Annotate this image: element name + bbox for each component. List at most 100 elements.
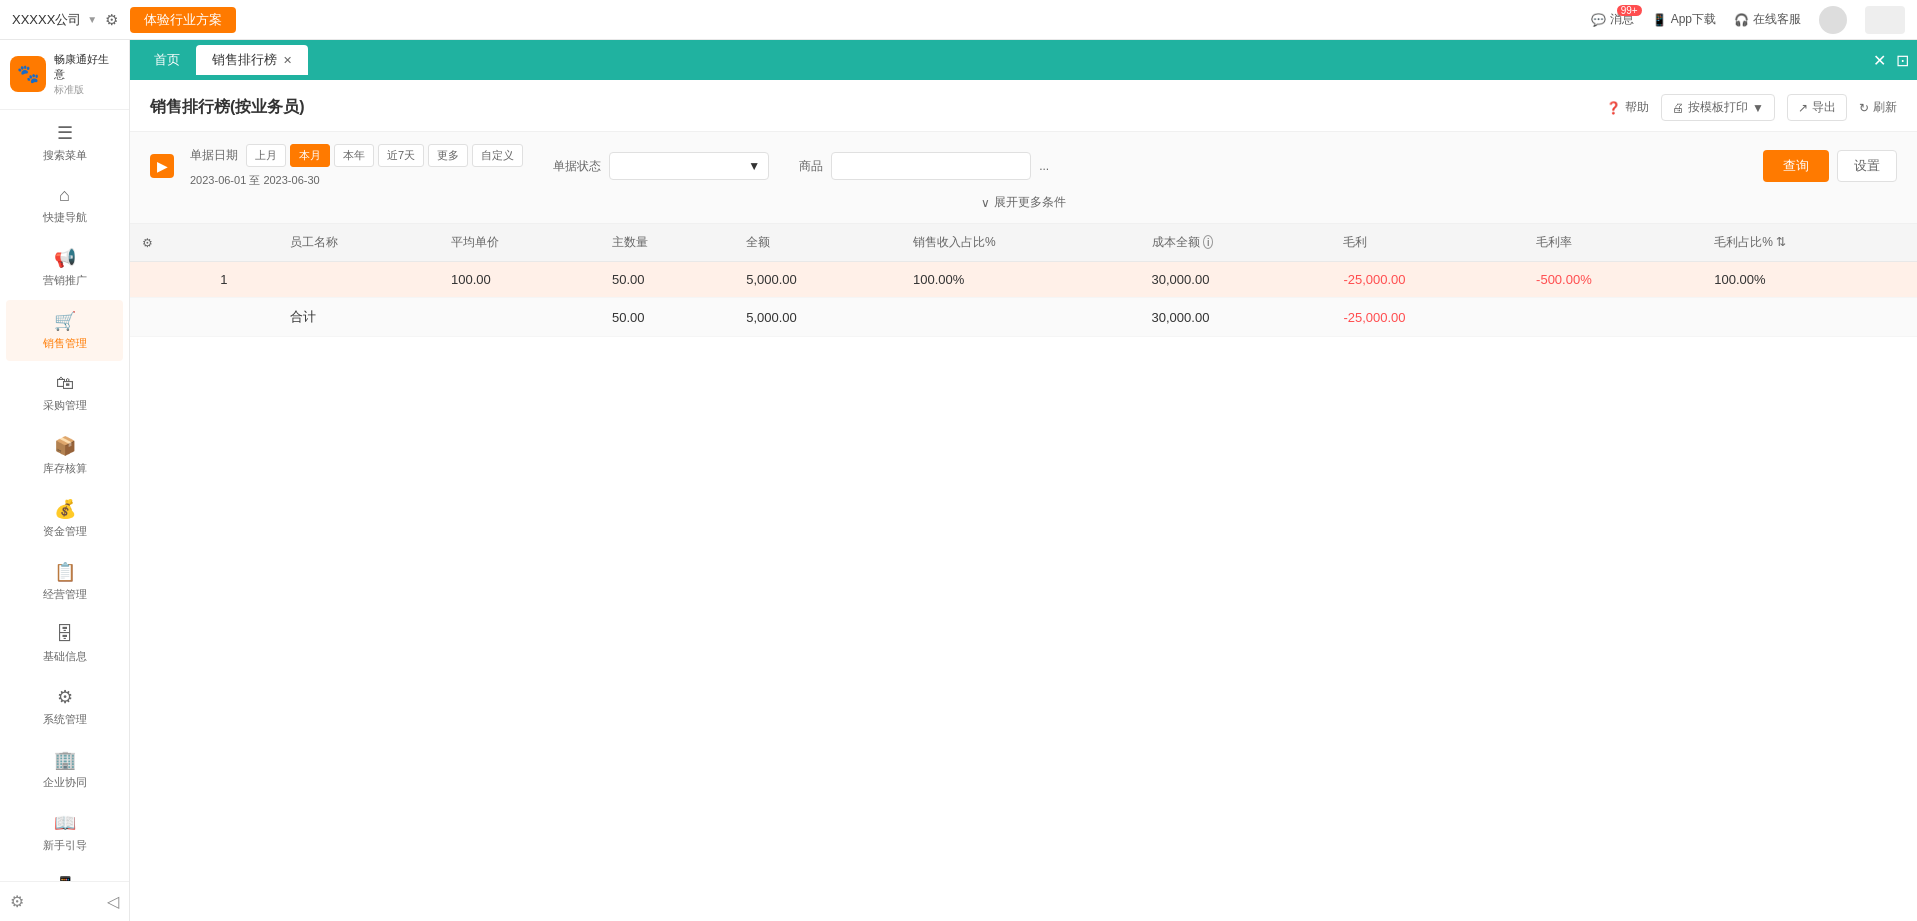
sidebar-icon-marketing: 📢	[54, 247, 76, 269]
online-service-item[interactable]: 🎧 在线客服	[1734, 11, 1801, 28]
data-table: ⚙ 员工名称 平均单价 主数量 全额 销售收入占比% 成本全额 i 毛利 毛利率…	[130, 224, 1917, 337]
filter-product-item: 商品 ...	[799, 152, 1049, 180]
sidebar-icon-purchase: 🛍	[56, 373, 74, 394]
col-avg-price: 平均单价	[439, 224, 600, 262]
sidebar-item-marketing[interactable]: 📢营销推广	[6, 237, 123, 298]
sidebar-logo: 🐾 畅康通好生意 标准版	[0, 40, 129, 110]
sidebar-item-finance[interactable]: 💰 资金管理	[6, 488, 123, 549]
product-more-btn[interactable]: ...	[1039, 159, 1049, 173]
tab-sales-rank-label: 销售排行榜	[212, 51, 277, 69]
sidebar-icon-quick-nav: ⌂	[59, 185, 70, 206]
page-header: 销售排行榜(按业务员) ❓ 帮助 🖨 按模板打印 ▼ ↗ 导出	[130, 80, 1917, 132]
cell-qty: 50.00	[600, 262, 734, 298]
refresh-icon: ↻	[1859, 101, 1869, 115]
top-bar: XXXXX公司 ▼ ⚙ 体验行业方案 💬 消息 99+ 📱 App下载 🎧 在线…	[0, 0, 1917, 40]
user-name-placeholder	[1865, 6, 1905, 34]
col-qty: 主数量	[600, 224, 734, 262]
company-chevron-icon: ▼	[87, 14, 97, 25]
help-button[interactable]: ❓ 帮助	[1606, 99, 1649, 116]
product-label: 商品	[799, 158, 823, 175]
filter-row: ▶ 单据日期 上月 本月 本年 近7天 更多	[150, 144, 1897, 188]
footer-qty: 50.00	[600, 298, 734, 337]
expand-more-btn[interactable]: ∨ 展开更多条件	[150, 194, 1897, 211]
sidebar-label-search-order: 搜索菜单	[43, 148, 87, 163]
date-this-year[interactable]: 本年	[334, 144, 374, 167]
export-button[interactable]: ↗ 导出	[1787, 94, 1847, 121]
expand-label: 展开更多条件	[994, 194, 1066, 211]
sidebar-icon-finance: 💰	[54, 498, 76, 520]
sidebar-item-basic-info[interactable]: 🗄 基础信息	[6, 614, 123, 674]
sidebar-settings-icon[interactable]: ⚙	[10, 892, 24, 911]
cost-info-icon[interactable]: i	[1203, 235, 1213, 249]
date-more[interactable]: 更多	[428, 144, 468, 167]
date-last-7days[interactable]: 近7天	[378, 144, 424, 167]
sidebar-item-newbie[interactable]: 📖 新手引导	[6, 802, 123, 863]
sidebar-label-basic-info: 基础信息	[43, 649, 87, 664]
template-print-button[interactable]: 🖨 按模板打印 ▼	[1661, 94, 1775, 121]
product-input[interactable]	[831, 152, 1031, 180]
footer-gross: -25,000.00	[1331, 298, 1524, 337]
filter-toggle-arrow[interactable]: ▶	[150, 154, 174, 178]
app-download-item[interactable]: 📱 App下载	[1652, 11, 1716, 28]
sidebar-item-app-center[interactable]: 📱应用中心	[6, 865, 123, 881]
window-close-icon[interactable]: ✕	[1873, 51, 1886, 70]
window-restore-icon[interactable]: ⊡	[1896, 51, 1909, 70]
footer-amount: 5,000.00	[734, 298, 901, 337]
trial-button[interactable]: 体验行业方案	[130, 7, 236, 33]
refresh-button[interactable]: ↻ 刷新	[1859, 99, 1897, 116]
date-last-month[interactable]: 上月	[246, 144, 286, 167]
sidebar-item-enterprise[interactable]: 🏢企业协同	[6, 739, 123, 800]
settings-button[interactable]: 设置	[1837, 150, 1897, 182]
col-employee: 员工名称	[278, 224, 439, 262]
sort-icon[interactable]: ⇅	[1776, 235, 1786, 249]
date-this-month[interactable]: 本月	[290, 144, 330, 167]
sidebar-icon-newbie: 📖	[54, 812, 76, 834]
avatar[interactable]	[1819, 6, 1847, 34]
tab-close-icon[interactable]: ✕	[283, 54, 292, 67]
col-gross: 毛利	[1331, 224, 1524, 262]
col-sales-pct: 销售收入占比%	[901, 224, 1140, 262]
sidebar-item-system[interactable]: ⚙系统管理	[6, 676, 123, 737]
table-footer: 合计 50.00 5,000.00 30,000.00 -25,000.00	[130, 298, 1917, 337]
sidebar-icon-enterprise: 🏢	[54, 749, 76, 771]
print-icon: 🖨	[1672, 101, 1684, 115]
filter-product-col: 商品 ...	[799, 152, 1049, 180]
filter-area: ▶ 单据日期 上月 本月 本年 近7天 更多	[130, 132, 1917, 224]
sidebar-icon-search-order: ☰	[57, 122, 73, 144]
status-select[interactable]: ▼	[609, 152, 769, 180]
sidebar-icon-operations: 📋	[54, 561, 76, 583]
col-settings[interactable]: ⚙	[130, 224, 208, 262]
sidebar-item-search-order[interactable]: ☰ 搜索菜单	[6, 112, 123, 173]
company-selector[interactable]: XXXXX公司 ▼	[12, 11, 97, 29]
page-title: 销售排行榜(按业务员)	[150, 97, 305, 118]
sidebar-item-purchase[interactable]: 🛍采购管理	[6, 363, 123, 423]
sidebar-label-sales: 销售管理	[43, 336, 87, 351]
table-row: 1 100.00 50.00 5,000.00 100.00% 30,000.0…	[130, 262, 1917, 298]
sidebar-label-system: 系统管理	[43, 712, 87, 727]
page-content: 销售排行榜(按业务员) ❓ 帮助 🖨 按模板打印 ▼ ↗ 导出	[130, 80, 1917, 921]
cell-sales-pct: 100.00%	[901, 262, 1140, 298]
sidebar-label-finance: 资金管理	[43, 524, 87, 539]
sidebar-icon-basic-info: 🗄	[56, 624, 74, 645]
footer-gross-rate	[1524, 298, 1702, 337]
tab-home[interactable]: 首页	[138, 45, 196, 75]
sidebar-item-sales[interactable]: 🛒销售管理	[6, 300, 123, 361]
app-download-label: App下载	[1671, 11, 1716, 28]
status-chevron-icon: ▼	[748, 159, 760, 173]
sidebar-collapse-icon[interactable]: ◁	[107, 892, 119, 911]
sidebar-item-quick-nav[interactable]: ⌂快捷导航	[6, 175, 123, 235]
content-area: 首页 销售排行榜 ✕ ✕ ⊡ 销售排行榜(按业务员) ❓ 帮助	[130, 40, 1917, 921]
footer-sales-pct	[901, 298, 1140, 337]
filter-status-col: 单据状态 ▼	[553, 152, 769, 180]
message-item[interactable]: 💬 消息 99+	[1591, 11, 1634, 28]
footer-avg-price	[439, 298, 600, 337]
top-settings-icon[interactable]: ⚙	[105, 11, 118, 29]
tab-sales-rank[interactable]: 销售排行榜 ✕	[196, 45, 308, 75]
cell-gross-pct: 100.00%	[1702, 262, 1917, 298]
table-body: 1 100.00 50.00 5,000.00 100.00% 30,000.0…	[130, 262, 1917, 298]
sidebar-item-operations[interactable]: 📋经营管理	[6, 551, 123, 612]
query-button[interactable]: 查询	[1763, 150, 1829, 182]
date-custom[interactable]: 自定义	[472, 144, 523, 167]
sidebar-label-newbie: 新手引导	[43, 838, 87, 853]
sidebar-item-inventory[interactable]: 📦库存核算	[6, 425, 123, 486]
